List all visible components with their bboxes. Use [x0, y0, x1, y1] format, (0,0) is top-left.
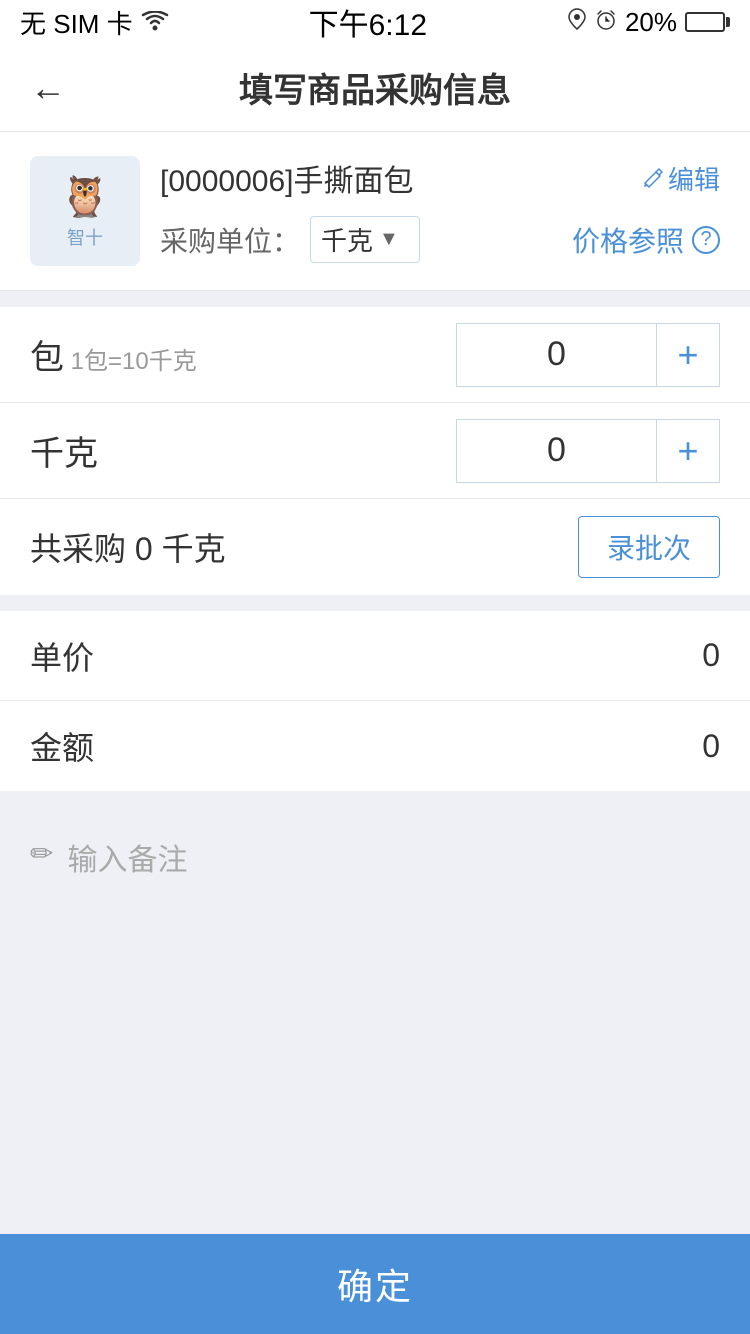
input-section: 包 1包=10千克 + 千克 +	[0, 307, 750, 499]
summary-text: 共采购 0 千克	[30, 524, 226, 570]
product-name-row: [0000006]手撕面包 编辑	[160, 156, 720, 200]
unit-price-label: 单价	[30, 633, 94, 679]
status-right: 20%	[567, 7, 730, 38]
product-image: 🦉 智十	[30, 156, 140, 266]
kg-controls: +	[456, 419, 720, 483]
product-info: [0000006]手撕面包 编辑 采购单位： 千克 ▼	[160, 156, 720, 263]
bao-label-group: 包 1包=10千克	[30, 330, 456, 379]
price-ref-button[interactable]: 价格参照 ?	[572, 220, 720, 260]
product-image-label: 智十	[60, 224, 110, 250]
kg-label-group: 千克	[30, 426, 456, 475]
kg-input-row: 千克 +	[0, 403, 750, 499]
section-divider-1	[0, 291, 750, 307]
battery-icon	[685, 12, 730, 32]
unit-prefix-label: 采购单位：	[160, 220, 300, 260]
product-owl-icon: 🦉	[60, 173, 110, 220]
price-ref-help-icon: ?	[692, 226, 720, 254]
amount-row: 金额 0	[0, 701, 750, 791]
nav-bar: ← 填写商品采购信息	[0, 44, 750, 132]
amount-label: 金额	[30, 723, 94, 769]
bao-controls: +	[456, 323, 720, 387]
wifi-icon	[141, 7, 169, 38]
status-bar: 无 SIM 卡 下午6:12 20	[0, 0, 750, 44]
remark-section[interactable]: ✏ 输入备注	[0, 807, 750, 927]
kg-plus-button[interactable]: +	[656, 419, 720, 483]
unit-dropdown-arrow: ▼	[379, 228, 399, 251]
bao-plus-button[interactable]: +	[656, 323, 720, 387]
purchase-unit-row: 采购单位： 千克 ▼ 价格参照 ?	[160, 216, 720, 263]
confirm-button[interactable]: 确定	[0, 1234, 750, 1334]
location-icon	[567, 7, 587, 38]
edit-button[interactable]: 编辑	[642, 160, 720, 197]
carrier-label: 无 SIM 卡	[20, 4, 133, 41]
page-title: 填写商品采购信息	[239, 63, 511, 112]
battery-percent: 20%	[625, 7, 677, 38]
product-card: 🦉 智十 [0000006]手撕面包 编辑	[0, 132, 750, 291]
section-divider-2	[0, 595, 750, 611]
bao-label: 包	[30, 339, 64, 377]
unit-value: 千克	[321, 221, 373, 258]
pencil-icon: ✏	[30, 837, 53, 870]
unit-price-row: 单价 0	[0, 611, 750, 701]
unit-price-value: 0	[702, 637, 720, 674]
amount-value: 0	[702, 728, 720, 765]
bao-input-row: 包 1包=10千克 +	[0, 307, 750, 403]
kg-label: 千克	[30, 435, 98, 473]
summary-row: 共采购 0 千克 录批次	[0, 499, 750, 595]
batch-button[interactable]: 录批次	[578, 516, 720, 578]
status-left: 无 SIM 卡	[20, 4, 169, 41]
bao-sub-text: 1包=10千克	[64, 348, 197, 375]
main-content: 🦉 智十 [0000006]手撕面包 编辑	[0, 132, 750, 1334]
alarm-icon	[595, 7, 617, 38]
status-time: 下午6:12	[309, 0, 427, 44]
back-button[interactable]: ←	[30, 67, 90, 109]
unit-select[interactable]: 千克 ▼	[310, 216, 420, 263]
bottom-fill	[0, 927, 750, 1227]
section-divider-3	[0, 791, 750, 807]
remark-placeholder: 输入备注	[67, 835, 187, 879]
product-name: [0000006]手撕面包	[160, 156, 413, 200]
price-section: 单价 0 金额 0	[0, 611, 750, 791]
kg-input[interactable]	[456, 419, 656, 483]
bao-input[interactable]	[456, 323, 656, 387]
